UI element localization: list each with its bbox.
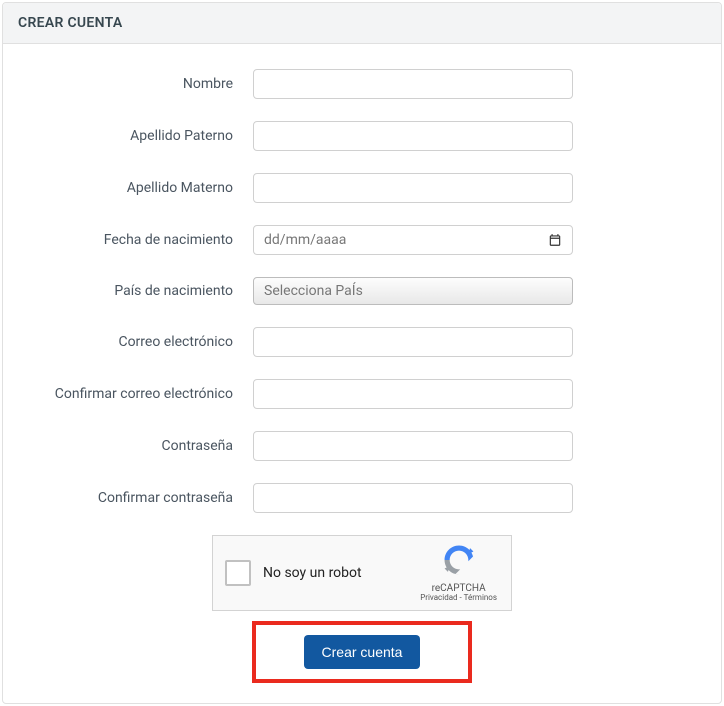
confirmar-correo-row: Confirmar correo electrónico bbox=[18, 379, 706, 409]
submit-row: Crear cuenta bbox=[18, 621, 706, 683]
recaptcha-checkbox[interactable] bbox=[225, 560, 251, 586]
submit-highlight: Crear cuenta bbox=[252, 621, 473, 683]
recaptcha-legal: Privacidad - Términos bbox=[420, 594, 497, 603]
confirmar-contrasena-input[interactable] bbox=[253, 483, 573, 513]
date-placeholder: dd/mm/aaaa bbox=[264, 232, 346, 248]
fecha-nacimiento-label: Fecha de nacimiento bbox=[18, 232, 253, 248]
recaptcha-icon bbox=[442, 543, 476, 577]
panel-body: Nombre Apellido Paterno Apellido Materno… bbox=[3, 44, 721, 703]
pais-nacimiento-row: País de nacimiento Selecciona PaÍs bbox=[18, 277, 706, 305]
fecha-nacimiento-row: Fecha de nacimiento dd/mm/aaaa bbox=[18, 225, 706, 255]
confirmar-contrasena-label: Confirmar contraseña bbox=[18, 490, 253, 506]
calendar-icon bbox=[548, 233, 562, 247]
confirmar-contrasena-row: Confirmar contraseña bbox=[18, 483, 706, 513]
create-account-button[interactable]: Crear cuenta bbox=[304, 635, 421, 669]
correo-input[interactable] bbox=[253, 327, 573, 357]
apellido-materno-label: Apellido Materno bbox=[18, 180, 253, 196]
recaptcha-widget: No soy un robot reCAPTCHA Privacidad - T… bbox=[212, 535, 512, 611]
confirmar-correo-input[interactable] bbox=[253, 379, 573, 409]
select-placeholder: Selecciona PaÍs bbox=[264, 283, 363, 299]
captcha-row: No soy un robot reCAPTCHA Privacidad - T… bbox=[18, 535, 706, 611]
nombre-input[interactable] bbox=[253, 69, 573, 99]
contrasena-row: Contraseña bbox=[18, 431, 706, 461]
fecha-nacimiento-input[interactable]: dd/mm/aaaa bbox=[253, 225, 573, 255]
recaptcha-text: No soy un robot bbox=[263, 565, 362, 581]
panel-header: CREAR CUENTA bbox=[3, 3, 721, 44]
pais-nacimiento-label: País de nacimiento bbox=[18, 283, 253, 299]
apellido-paterno-label: Apellido Paterno bbox=[18, 128, 253, 144]
correo-label: Correo electrónico bbox=[18, 334, 253, 350]
nombre-label: Nombre bbox=[18, 76, 253, 92]
contrasena-label: Contraseña bbox=[18, 438, 253, 454]
contrasena-input[interactable] bbox=[253, 431, 573, 461]
create-account-panel: CREAR CUENTA Nombre Apellido Paterno Ape… bbox=[2, 2, 722, 704]
nombre-row: Nombre bbox=[18, 69, 706, 99]
apellido-materno-input[interactable] bbox=[253, 173, 573, 203]
apellido-materno-row: Apellido Materno bbox=[18, 173, 706, 203]
panel-title: CREAR CUENTA bbox=[18, 15, 706, 31]
apellido-paterno-row: Apellido Paterno bbox=[18, 121, 706, 151]
recaptcha-badge: reCAPTCHA Privacidad - Términos bbox=[420, 543, 499, 603]
apellido-paterno-input[interactable] bbox=[253, 121, 573, 151]
correo-row: Correo electrónico bbox=[18, 327, 706, 357]
pais-nacimiento-select[interactable]: Selecciona PaÍs bbox=[253, 277, 573, 305]
confirmar-correo-label: Confirmar correo electrónico bbox=[18, 386, 253, 402]
